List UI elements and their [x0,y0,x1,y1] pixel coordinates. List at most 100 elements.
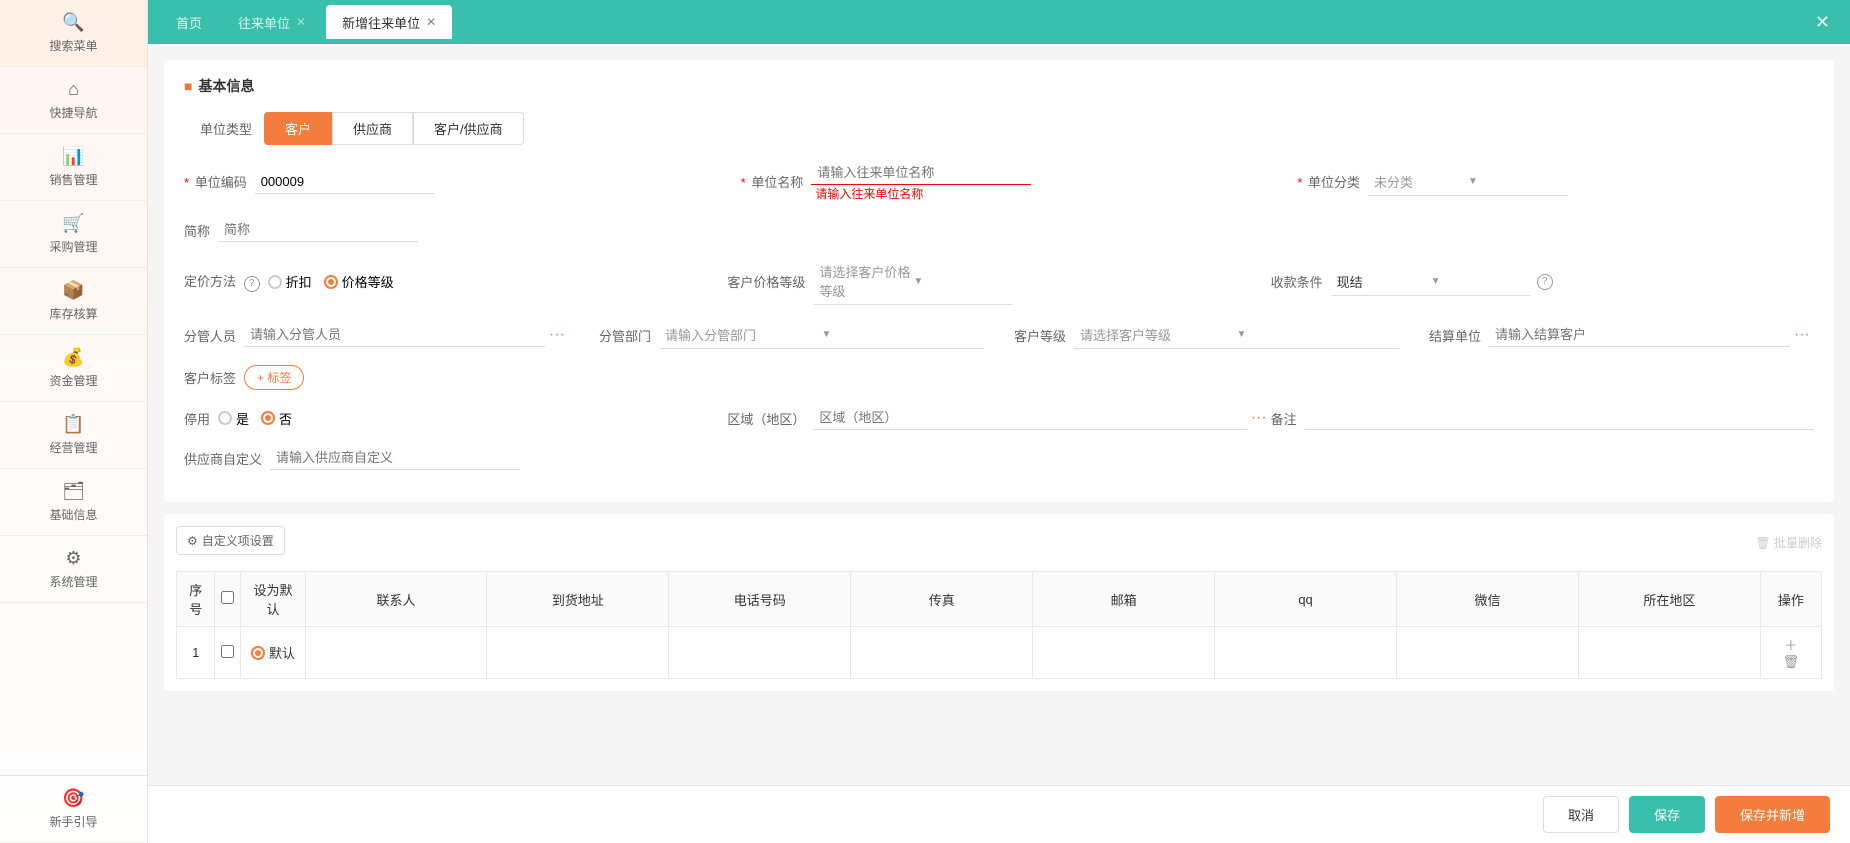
radio-discount[interactable]: 折扣 [268,272,312,291]
sidebar-item-sales[interactable]: 📊 销售管理 [0,134,147,201]
col-region: 所在地区 [1578,572,1760,627]
sidebar-item-quicknav[interactable]: ⌂ 快捷导航 [0,67,147,134]
tab-bar: 首页 往来单位 ✕ 新增往来单位 ✕ ✕ [148,0,1850,44]
row-check[interactable] [215,627,241,679]
remark-input[interactable] [1305,406,1814,430]
row-checkbox[interactable] [221,645,234,658]
tab-partner[interactable]: 往来单位 ✕ [222,5,322,39]
department-select[interactable]: 请输入分管部门 ▼ [659,321,984,349]
customer-price-level-select[interactable]: 请选择客户价格等级 ▼ [813,258,1013,305]
col-seq: 序号 [177,572,215,627]
col-wechat: 微信 [1397,572,1579,627]
settlement-more-btn[interactable]: ··· [1790,326,1814,344]
sidebar-item-basicinfo[interactable]: 🗂 基础信息 [0,469,147,536]
sidebar-item-finance[interactable]: 💰 资金管理 [0,335,147,402]
select-all-checkbox[interactable] [221,591,234,604]
unit-btn-both[interactable]: 客户/供应商 [413,112,524,145]
finance-icon: 💰 [62,347,84,368]
customer-tags-label: 客户标签 [184,368,244,387]
save-button[interactable]: 保存 [1629,796,1705,833]
manager-more-btn[interactable]: ··· [545,326,569,344]
unit-btn-supplier[interactable]: 供应商 [332,112,413,145]
address-input[interactable] [493,645,662,660]
tab-home-label: 首页 [176,13,202,32]
customer-level-select[interactable]: 请选择客户等级 ▼ [1074,321,1399,349]
row-region[interactable] [1578,627,1760,679]
region-input[interactable] [813,406,1246,430]
row-default: 默认 [241,627,305,679]
row-wechat[interactable] [1397,627,1579,679]
sidebar-item-purchase[interactable]: 🛒 采购管理 [0,201,147,268]
unit-code-input[interactable] [255,170,435,194]
section-icon: ■ [184,78,192,94]
radio-no-circle [261,411,275,425]
unit-btn-customer[interactable]: 客户 [264,112,332,145]
field-disabled: 停用 是 否 [184,409,727,428]
sidebar-item-system[interactable]: ⚙ 系统管理 [0,536,147,603]
sidebar-item-label: 经营管理 [49,439,97,456]
tab-new-partner[interactable]: 新增往来单位 ✕ [326,5,452,39]
row-phone[interactable] [669,627,851,679]
chevron-dept-icon: ▼ [822,329,979,340]
settlement-unit-input[interactable] [1489,323,1790,347]
cancel-button[interactable]: 取消 [1543,796,1619,833]
unit-name-input[interactable] [811,161,1031,185]
row-qq[interactable] [1215,627,1397,679]
supplier-custom-input[interactable] [270,446,520,470]
inventory-icon: 📦 [62,280,84,301]
abbreviation-input[interactable] [218,218,418,242]
add-tag-button[interactable]: + 标签 [244,365,304,390]
pricing-help-icon[interactable]: ? [244,276,260,292]
region-label: 区域（地区） [727,409,813,428]
field-remark: 备注 [1271,406,1814,430]
unit-category-select[interactable]: 未分类 ▼ [1368,168,1568,196]
payment-terms-select[interactable]: 现结 ▼ [1331,268,1531,296]
radio-no[interactable]: 否 [261,409,292,428]
row-contact[interactable] [305,627,487,679]
main-content: 首页 往来单位 ✕ 新增往来单位 ✕ ✕ ■ 基本信息 单位类型 客户 供应商 [148,0,1850,843]
operations-icon: 📋 [62,414,84,435]
qq-input[interactable] [1221,645,1390,660]
contact-input[interactable] [312,645,481,660]
manager-input[interactable] [244,323,545,347]
unit-type-row: 单位类型 客户 供应商 客户/供应商 [184,112,1814,145]
row-email[interactable] [1033,627,1215,679]
col-check [215,572,241,627]
row-pricing: 定价方法 ? 折扣 价格等级 客户 [184,258,1814,305]
row-default-radio[interactable]: 默认 [247,643,298,662]
col-phone: 电话号码 [669,572,851,627]
sidebar-item-search[interactable]: 🔍 搜索菜单 [0,0,147,67]
fax-input[interactable] [857,645,1026,660]
field-settlement-unit: 结算单位 ··· [1429,323,1814,347]
add-row-btn[interactable]: ＋ [1784,638,1797,653]
radio-price-level[interactable]: 价格等级 [324,272,394,291]
batch-delete-btn[interactable]: 🗑 批量删除 [1755,534,1822,551]
chevron-price-icon: ▼ [913,276,1007,287]
sidebar-item-operations[interactable]: 📋 经营管理 [0,402,147,469]
wechat-input[interactable] [1403,645,1572,660]
col-email: 邮箱 [1033,572,1215,627]
col-fax: 传真 [851,572,1033,627]
field-department: 分管部门 请输入分管部门 ▼ [599,321,984,349]
sidebar-item-label: 搜索菜单 [49,37,97,54]
col-default: 设为默认 [241,572,305,627]
sidebar-item-inventory[interactable]: 📦 库存核算 [0,268,147,335]
sidebar-item-newbie[interactable]: 🎯 新手引导 [0,775,147,843]
row-address[interactable] [487,627,669,679]
email-input[interactable] [1039,645,1208,660]
tab-partner-close[interactable]: ✕ [296,15,306,29]
save-new-button[interactable]: 保存并新增 [1715,796,1830,833]
custom-settings-button[interactable]: ⚙ 自定义项设置 [176,526,285,555]
close-all-tabs[interactable]: ✕ [1807,12,1838,33]
tab-new-partner-close[interactable]: ✕ [426,15,436,29]
batch-delete-icon: 🗑 [1755,536,1770,550]
sidebar-item-label: 快捷导航 [49,104,97,121]
radio-yes[interactable]: 是 [218,409,249,428]
tab-home[interactable]: 首页 [160,5,218,39]
row-region-input[interactable] [1585,645,1754,660]
delete-row-btn[interactable]: 🗑 [1783,654,1800,669]
phone-input[interactable] [675,645,844,660]
payment-help-icon[interactable]: ? [1537,274,1553,290]
region-more-btn[interactable]: ··· [1247,409,1271,427]
row-fax[interactable] [851,627,1033,679]
